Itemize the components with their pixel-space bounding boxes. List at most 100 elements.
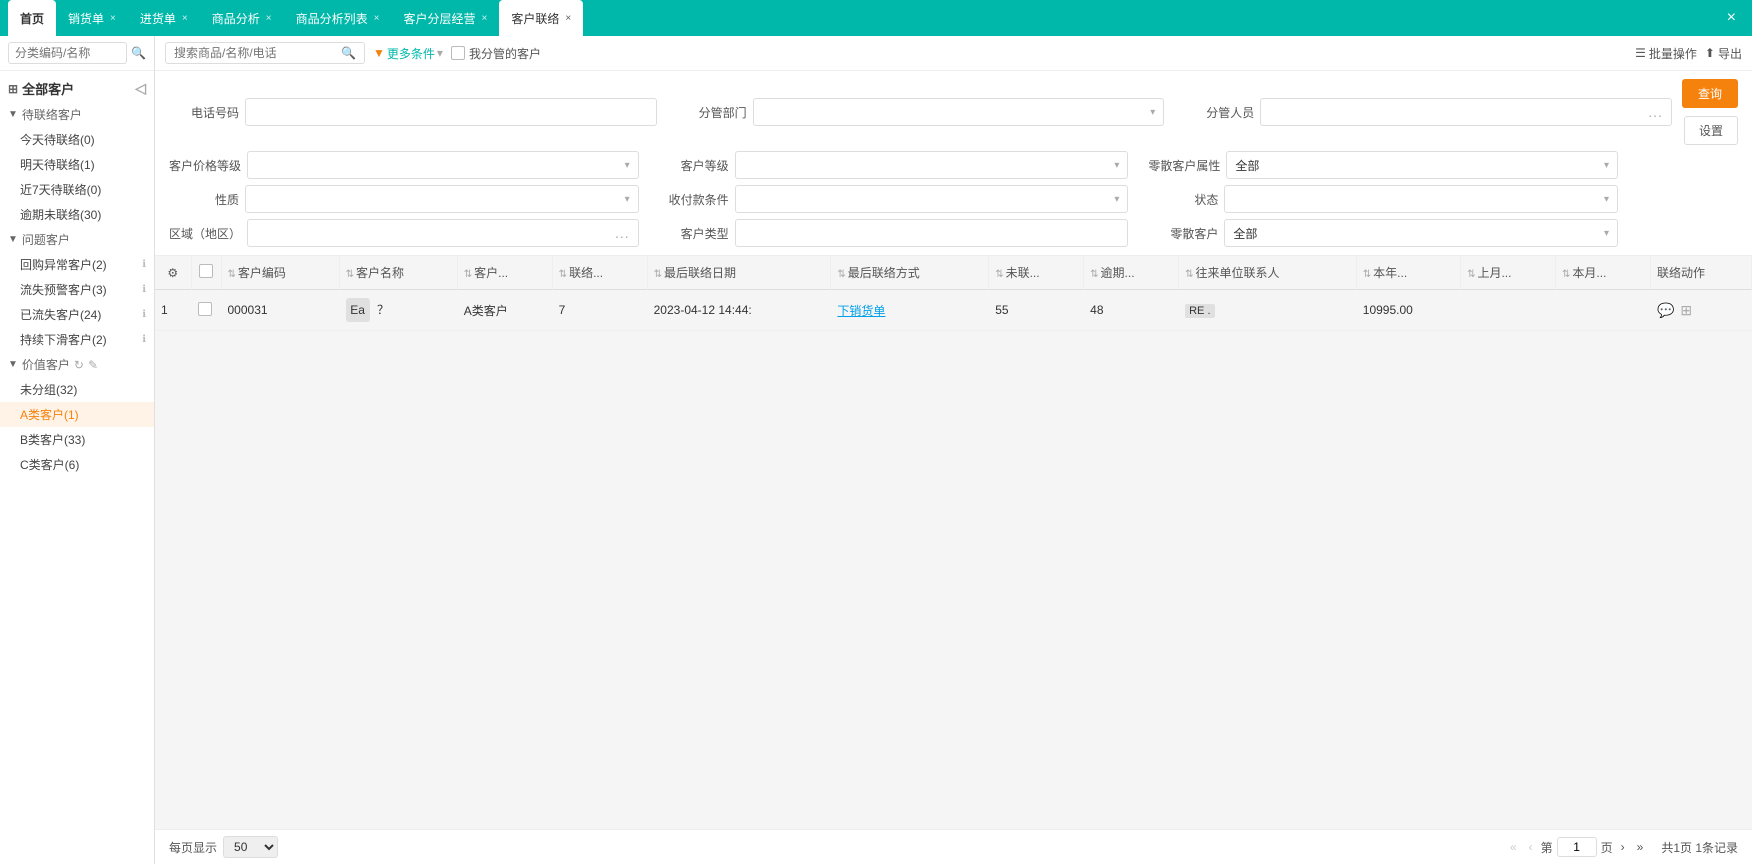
batch-button[interactable]: ☰ 批量操作 bbox=[1635, 45, 1697, 62]
next-page-button[interactable]: › bbox=[1617, 840, 1629, 854]
query-button[interactable]: 查询 bbox=[1682, 79, 1738, 108]
filter-input-region[interactable]: ... bbox=[247, 219, 639, 247]
close-icon[interactable]: × bbox=[481, 13, 487, 24]
prev-page-button[interactable]: ‹ bbox=[1525, 840, 1537, 854]
sort-icon[interactable]: ⇅ bbox=[1090, 269, 1098, 280]
sort-icon[interactable]: ⇅ bbox=[346, 269, 354, 280]
checkbox-icon[interactable] bbox=[451, 46, 465, 60]
sidebar-item-lost[interactable]: 已流失客户(24) ℹ bbox=[0, 302, 154, 327]
section-value[interactable]: ▼ 价值客户 ↻ ✎ bbox=[0, 352, 154, 377]
info-icon[interactable]: ℹ bbox=[142, 334, 146, 345]
info-icon[interactable]: ℹ bbox=[142, 309, 146, 320]
td-last-date: 2023-04-12 14:44: bbox=[647, 290, 831, 331]
sidebar-item-tomorrow[interactable]: 明天待联络(1) bbox=[0, 152, 154, 177]
sort-icon[interactable]: ⇅ bbox=[995, 269, 1003, 280]
filter-input-price-grade[interactable]: ▾ bbox=[247, 151, 639, 179]
nav-tab-customer-layer[interactable]: 客户分层经营 × bbox=[391, 0, 499, 36]
chevron-down-icon: ▾ bbox=[1604, 228, 1609, 239]
close-icon[interactable]: × bbox=[266, 13, 272, 24]
sidebar-item-repurchase[interactable]: 回购异常客户(2) ℹ bbox=[0, 252, 154, 277]
filter-input-nature[interactable]: ▾ bbox=[245, 185, 639, 213]
sidebar-item-loss-warning[interactable]: 流失预警客户(3) ℹ bbox=[0, 277, 154, 302]
sidebar-item-declining[interactable]: 持续下滑客户(2) ℹ bbox=[0, 327, 154, 352]
sort-icon[interactable]: ⇅ bbox=[1363, 269, 1371, 280]
th-check[interactable] bbox=[191, 256, 221, 290]
edit-icon[interactable]: ✎ bbox=[88, 358, 98, 372]
info-icon[interactable]: ℹ bbox=[142, 259, 146, 270]
sort-icon[interactable]: ⇅ bbox=[228, 269, 236, 280]
sidebar-item-overdue[interactable]: 逾期未联络(30) bbox=[0, 202, 154, 227]
filter-button[interactable]: ▼ 更多条件 ▾ bbox=[373, 45, 443, 62]
info-icon[interactable]: ℹ bbox=[142, 284, 146, 295]
search-input[interactable] bbox=[174, 46, 341, 60]
close-icon[interactable]: × bbox=[182, 13, 188, 24]
nav-tab-analysis[interactable]: 商品分析 × bbox=[200, 0, 284, 36]
section-problem[interactable]: ▼ 问题客户 bbox=[0, 227, 154, 252]
filter-input-status[interactable]: ▾ bbox=[1224, 185, 1618, 213]
all-customers-label[interactable]: 全部客户 bbox=[22, 79, 74, 98]
close-all-button[interactable]: × bbox=[1719, 9, 1744, 27]
section-pending[interactable]: ▼ 待联络客户 bbox=[0, 102, 154, 127]
row-checkbox[interactable] bbox=[198, 302, 212, 316]
sidebar-item-today[interactable]: 今天待联络(0) bbox=[0, 127, 154, 152]
sidebar-item-class-c[interactable]: C类客户(6) bbox=[0, 452, 154, 477]
refresh-icon[interactable]: ↻ bbox=[74, 358, 84, 372]
filter-input-customer-type[interactable] bbox=[735, 219, 1129, 247]
sort-icon[interactable]: ⇅ bbox=[837, 269, 845, 280]
sidebar-search-input[interactable] bbox=[8, 42, 127, 64]
sidebar-item-ungroup[interactable]: 未分组(32) bbox=[0, 377, 154, 402]
qr-icon[interactable]: ⊞ bbox=[1680, 302, 1692, 319]
sort-icon[interactable]: ⇅ bbox=[1185, 269, 1193, 280]
nav-tab-customer-contact[interactable]: 客户联络 × bbox=[499, 0, 583, 36]
sort-icon[interactable]: ⇅ bbox=[1467, 269, 1475, 280]
item-label: 逾期未联络(30) bbox=[20, 206, 101, 223]
close-icon[interactable]: × bbox=[374, 13, 380, 24]
sidebar-item-7days[interactable]: 近7天待联络(0) bbox=[0, 177, 154, 202]
export-button[interactable]: ⬆ 导出 bbox=[1705, 45, 1742, 62]
settings-button[interactable]: 设置 bbox=[1684, 116, 1738, 145]
sort-icon[interactable]: ⇅ bbox=[654, 269, 662, 280]
sort-icon[interactable]: ⇅ bbox=[559, 269, 567, 280]
filter-input-person[interactable]: ... bbox=[1260, 98, 1672, 126]
sidebar-item-class-b[interactable]: B类客户(33) bbox=[0, 427, 154, 452]
chat-icon[interactable]: 💬 bbox=[1657, 302, 1674, 319]
nav-tab-home[interactable]: 首页 bbox=[8, 0, 56, 36]
close-icon[interactable]: × bbox=[565, 13, 571, 24]
search-icon[interactable]: 🔍 bbox=[131, 46, 146, 60]
table-scroll-area[interactable]: ⚙ ⇅客户编码 ⇅客户名称 ⇅客户... ⇅联络... ⇅最后联络日期 ⇅最后联… bbox=[155, 256, 1752, 829]
arrow-icon: ▼ bbox=[8, 234, 18, 245]
filter-row-4: 区域（地区） ... 客户类型 零散客户 全部 ▾ bbox=[169, 219, 1738, 247]
filter-input-phone[interactable] bbox=[245, 98, 657, 126]
collapse-icon[interactable]: ◁ bbox=[135, 80, 146, 97]
filter-input-retail-attr[interactable]: 全部 ▾ bbox=[1226, 151, 1618, 179]
td-last-method[interactable]: 下销货单 bbox=[831, 290, 989, 331]
nav-tab-sales[interactable]: 销货单 × bbox=[56, 0, 128, 36]
sort-icon[interactable]: ⇅ bbox=[464, 269, 472, 280]
search-icon[interactable]: 🔍 bbox=[341, 46, 356, 60]
filter-row-2: 客户价格等级 ▾ 客户等级 ▾ 零散客户属性 全部 bbox=[169, 151, 1738, 179]
filter-retail-attr: 零散客户属性 全部 ▾ bbox=[1148, 151, 1618, 179]
th-name: ⇅客户名称 bbox=[339, 256, 457, 290]
filter-input-customer-grade[interactable]: ▾ bbox=[735, 151, 1129, 179]
last-page-button[interactable]: » bbox=[1633, 840, 1648, 854]
filter-input-retail[interactable]: 全部 ▾ bbox=[1224, 219, 1618, 247]
close-icon[interactable]: × bbox=[110, 13, 116, 24]
nav-tab-label: 销货单 bbox=[68, 10, 104, 27]
filter-input-dept[interactable]: ▾ bbox=[753, 98, 1165, 126]
page-size-select[interactable]: 50 10 20 100 bbox=[223, 836, 278, 858]
page-number-input[interactable] bbox=[1557, 837, 1597, 857]
nav-tab-purchase[interactable]: 进货单 × bbox=[128, 0, 200, 36]
filter-input-payment[interactable]: ▾ bbox=[735, 185, 1129, 213]
more-icon: ... bbox=[1648, 104, 1663, 120]
th-last-month: ⇅上月... bbox=[1461, 256, 1556, 290]
nav-tab-analysis-list[interactable]: 商品分析列表 × bbox=[284, 0, 392, 36]
sort-icon[interactable]: ⇅ bbox=[1562, 269, 1570, 280]
search-box[interactable]: 🔍 bbox=[165, 42, 365, 64]
th-gear[interactable]: ⚙ bbox=[155, 256, 191, 290]
export-label: 导出 bbox=[1718, 45, 1742, 62]
header-checkbox[interactable] bbox=[199, 264, 213, 278]
my-customer-checkbox[interactable]: 我分管的客户 bbox=[451, 45, 541, 62]
td-check[interactable] bbox=[191, 290, 221, 331]
first-page-button[interactable]: « bbox=[1506, 840, 1521, 854]
sidebar-item-class-a[interactable]: A类客户(1) bbox=[0, 402, 154, 427]
